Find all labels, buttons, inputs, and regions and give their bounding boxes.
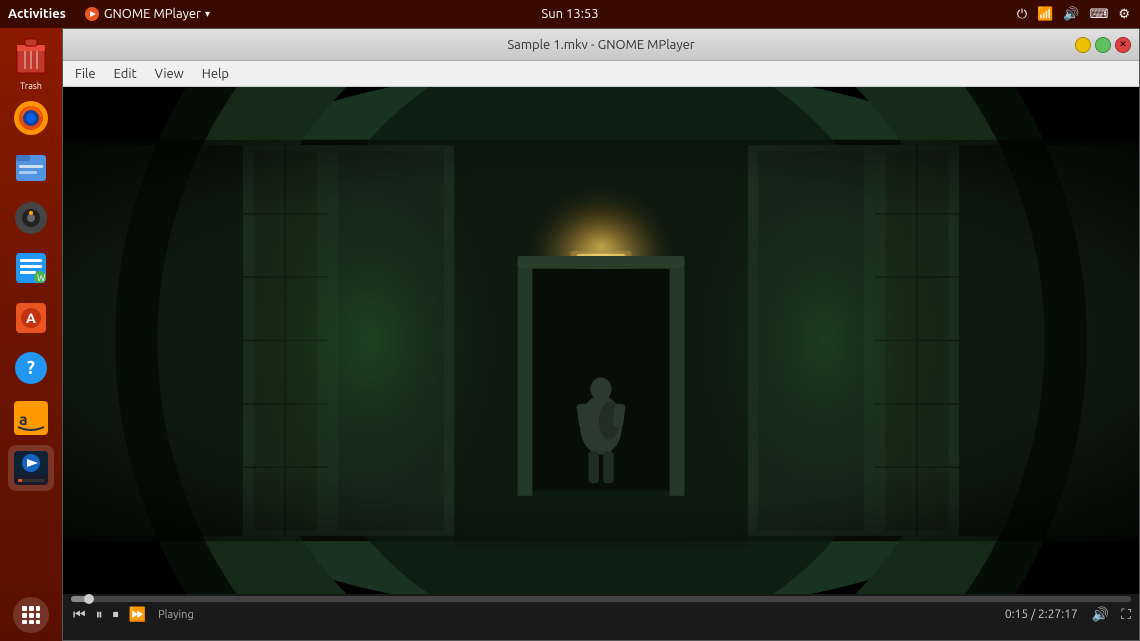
- app-menu-label: GNOME MPlayer: [104, 7, 201, 21]
- window-title: Sample 1.mkv - GNOME MPlayer: [507, 38, 694, 52]
- music-icon: [12, 199, 50, 237]
- sidebar: Trash: [0, 28, 62, 641]
- volume-button[interactable]: 🔊: [1092, 606, 1109, 623]
- close-button[interactable]: ✕: [1115, 37, 1131, 53]
- sidebar-item-software[interactable]: A: [8, 295, 54, 341]
- firefox-icon: [12, 99, 50, 137]
- gnome-mplayer-icon: [84, 6, 100, 22]
- progress-bar[interactable]: [71, 596, 1131, 602]
- mplayer-window: ✕ Sample 1.mkv - GNOME MPlayer File Edit…: [62, 28, 1140, 641]
- show-applications-button[interactable]: [13, 597, 49, 633]
- menu-view[interactable]: View: [147, 65, 192, 83]
- keyboard-icon[interactable]: ⌨: [1088, 7, 1111, 22]
- topbar-clock: Sun 13:53: [541, 7, 598, 21]
- wifi-icon[interactable]: 📶: [1035, 7, 1055, 22]
- sidebar-item-amazon[interactable]: a: [8, 395, 54, 441]
- sidebar-item-mplayer[interactable]: [8, 445, 54, 491]
- trash-icon: [13, 37, 49, 77]
- app-menu-button[interactable]: GNOME MPlayer ▾: [84, 6, 210, 22]
- apps-grid-icon: [21, 605, 41, 625]
- sidebar-item-libreoffice[interactable]: W: [8, 245, 54, 291]
- amazon-icon: a: [12, 399, 50, 437]
- titlebar-controls: ✕: [1075, 37, 1131, 53]
- main-layout: Trash: [0, 28, 1140, 641]
- session-icon[interactable]: ⚙: [1116, 7, 1132, 22]
- player-controls: ⏮ ⏸ ⏹ ⏩ Playing 0:15 / 2:27:17 🔊 ⛶: [63, 594, 1139, 640]
- stop-button[interactable]: ⏹: [111, 605, 121, 624]
- libreoffice-icon: W: [12, 249, 50, 287]
- menu-help[interactable]: Help: [194, 65, 237, 83]
- sidebar-item-help[interactable]: ?: [8, 345, 54, 391]
- sidebar-item-trash[interactable]: [8, 34, 54, 80]
- software-center-icon: A: [12, 299, 50, 337]
- svg-text:W: W: [37, 273, 46, 283]
- trash-label: Trash: [20, 81, 42, 91]
- system-tray: ⏻ 📶 🔊 ⌨ ⚙: [1015, 7, 1132, 22]
- menubar: File Edit View Help: [63, 61, 1139, 87]
- volume-tray-icon[interactable]: 🔊: [1061, 7, 1081, 22]
- menu-edit[interactable]: Edit: [106, 65, 145, 83]
- files-icon: [12, 149, 50, 187]
- minimize-button[interactable]: [1075, 37, 1091, 53]
- app-menu-arrow: ▾: [205, 8, 210, 20]
- rewind-button[interactable]: ⏮: [71, 604, 88, 625]
- fastforward-button[interactable]: ⏩: [127, 604, 148, 625]
- svg-text:a: a: [19, 411, 28, 429]
- power-icon[interactable]: ⏻: [1015, 7, 1029, 22]
- time-display: 0:15 / 2:27:17: [1005, 608, 1078, 621]
- titlebar: ✕ Sample 1.mkv - GNOME MPlayer: [63, 29, 1139, 61]
- video-area[interactable]: [63, 87, 1139, 594]
- progress-handle[interactable]: [84, 594, 94, 604]
- mplayer-icon: [12, 449, 50, 487]
- svg-text:A: A: [26, 310, 36, 326]
- video-frame: [63, 87, 1139, 594]
- activities-button[interactable]: Activities: [8, 7, 66, 21]
- sidebar-item-firefox[interactable]: [8, 95, 54, 141]
- maximize-button[interactable]: [1095, 37, 1111, 53]
- sidebar-item-music[interactable]: [8, 195, 54, 241]
- svg-text:?: ?: [27, 358, 35, 378]
- desktop: ✕ Sample 1.mkv - GNOME MPlayer File Edit…: [62, 28, 1140, 641]
- trash-area: Trash: [8, 34, 54, 91]
- topbar-left: Activities GNOME MPlayer ▾: [8, 6, 210, 22]
- topbar: Activities GNOME MPlayer ▾ Sun 13:53 ⏻ 📶…: [0, 0, 1140, 28]
- pause-button[interactable]: ⏸: [94, 604, 105, 625]
- fullscreen-button[interactable]: ⛶: [1121, 606, 1131, 623]
- status-text: Playing: [158, 609, 194, 621]
- controls-row: ⏮ ⏸ ⏹ ⏩ Playing 0:15 / 2:27:17 🔊 ⛶: [71, 604, 1131, 625]
- sidebar-item-files[interactable]: [8, 145, 54, 191]
- menu-file[interactable]: File: [67, 65, 104, 83]
- help-icon: ?: [12, 349, 50, 387]
